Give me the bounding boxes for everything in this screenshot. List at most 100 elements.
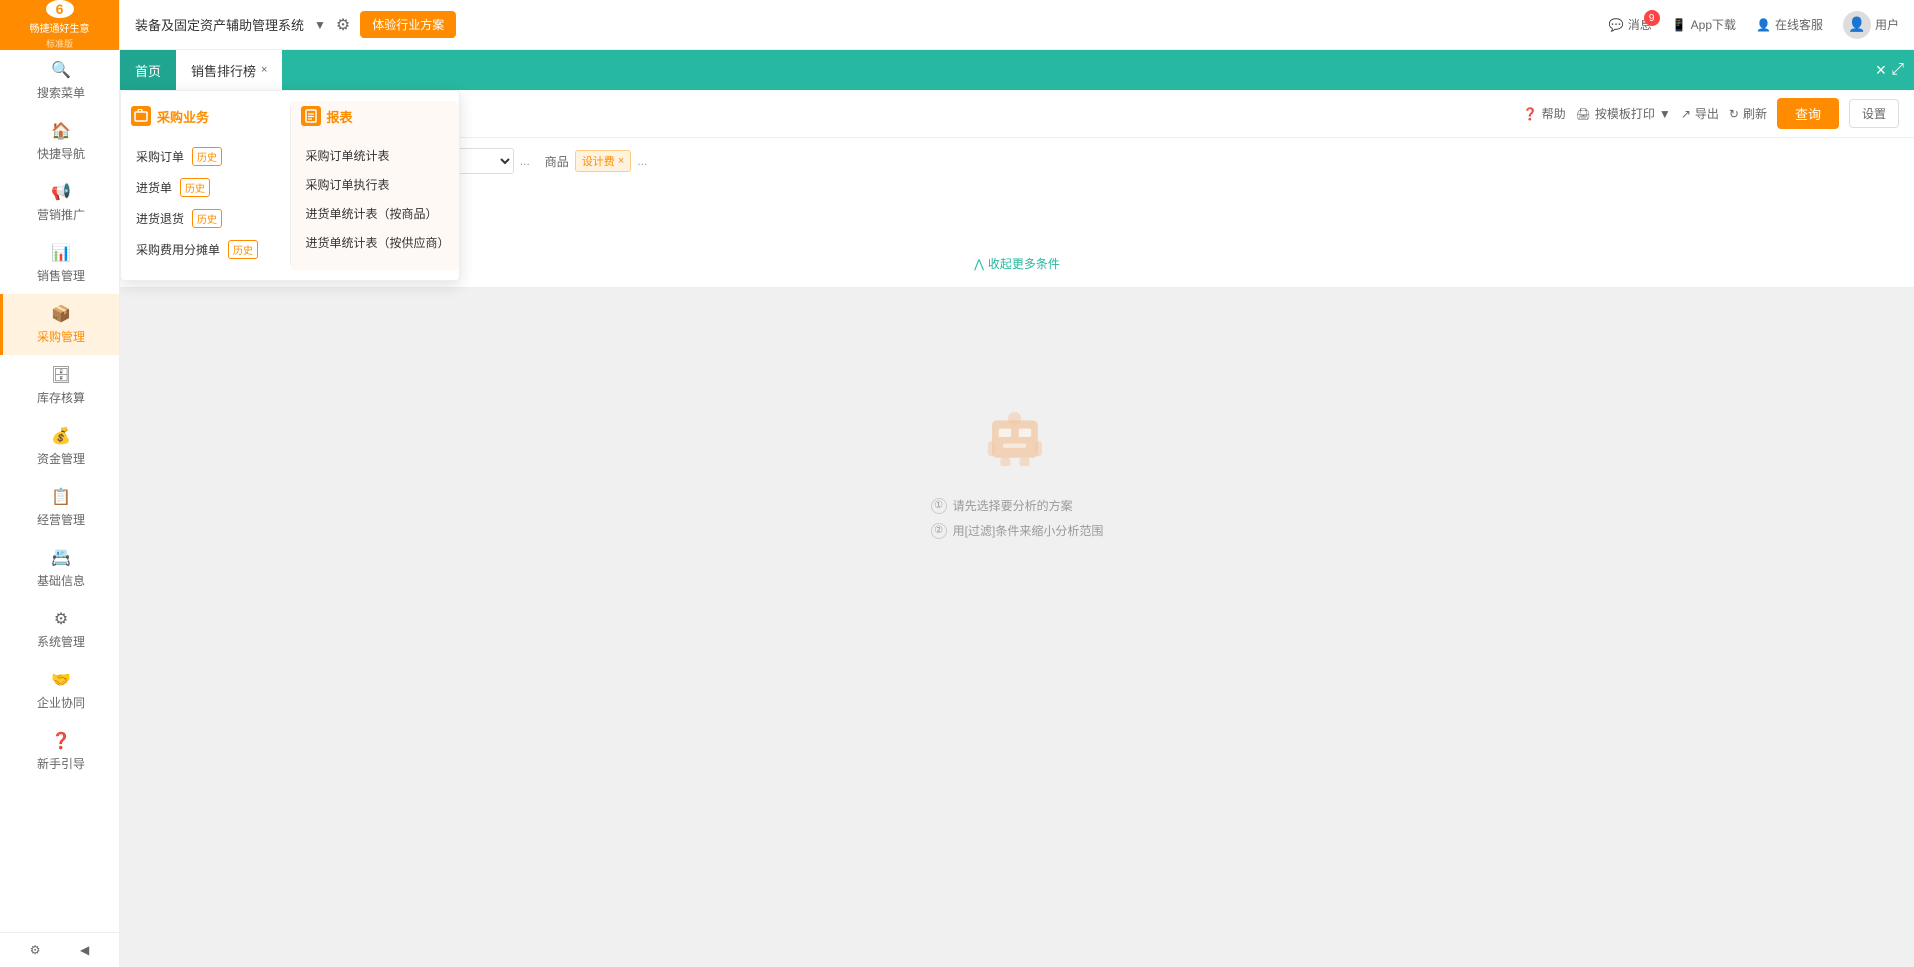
sidebar-item-label: 经营管理 [37, 511, 85, 528]
sidebar-item-guide[interactable]: ❓ 新手引导 [0, 721, 119, 782]
sales-icon: 📊 [51, 243, 71, 263]
app-download-button[interactable]: 📱 App下载 [1672, 16, 1736, 33]
service-icon: 👤 [1756, 18, 1771, 32]
purchase-report-col-label: 报表 [327, 107, 353, 126]
tabbar-controls: × ⤢ [1876, 60, 1914, 81]
sidebar-item-sales[interactable]: 📊 销售管理 [0, 233, 119, 294]
tab-close-button[interactable]: × [261, 64, 267, 76]
sidebar-item-marketing[interactable]: 📢 营销推广 [0, 172, 119, 233]
report-icon-svg [304, 109, 318, 123]
system-name: 装备及固定资产辅助管理系统 [135, 15, 304, 34]
sidebar-item-label: 新手引导 [37, 755, 85, 772]
finance-icon: 💰 [51, 426, 71, 446]
sidebar-item-label: 快捷导航 [37, 145, 85, 162]
sidebar-settings-button[interactable]: ⚙ [30, 943, 41, 957]
sidebar-item-label: 营销推广 [37, 206, 85, 223]
sidebar-item-label: 采购管理 [37, 328, 85, 345]
purchase-report-column: 报表 采购订单统计表 采购订单执行表 进货单统计表（按商品） 进货单统计表（按供… [291, 101, 460, 270]
sidebar-item-label: 基础信息 [37, 572, 85, 589]
sidebar-collapse-button[interactable]: ◀ [80, 943, 89, 957]
goods-label: 商品 [545, 153, 569, 170]
purchase-expense-label: 采购费用分摊单 [136, 241, 220, 258]
topbar-settings-button[interactable]: ⚙ [336, 15, 350, 35]
sidebar: 6 畅捷通好生意 标准版 🔍 搜索菜单 🏠 快捷导航 📢 营销推广 📊 销售管理… [0, 0, 120, 967]
sidebar-item-basic[interactable]: 📇 基础信息 [0, 538, 119, 599]
avatar-icon: 👤 [1848, 16, 1865, 33]
purchase-order-item[interactable]: 采购订单 历史 [131, 141, 280, 172]
online-service-label: 在线客服 [1775, 16, 1823, 33]
tab-home-label: 首页 [135, 61, 161, 80]
marketing-icon: 📢 [51, 182, 71, 202]
system-icon: ⚙ [54, 609, 68, 629]
purchase-inbound-history-tag: 历史 [180, 178, 210, 197]
toolbar-actions: ❓ 帮助 🖨 按模板打印 ▼ ↗ 导出 ↻ 刷新 查询 设置 [1523, 98, 1899, 129]
user-label: 用户 [1875, 16, 1899, 33]
tab-window-close-button[interactable]: × [1876, 60, 1887, 81]
purchase-expense-item[interactable]: 采购费用分摊单 历史 [131, 234, 280, 265]
user-button[interactable]: 👤 用户 [1843, 11, 1899, 39]
goods-chip-close[interactable]: × [618, 155, 624, 167]
main-content: 装备及固定资产辅助管理系统 ▼ ⚙ 体验行业方案 💬 消息 9 📱 App下载 … [120, 0, 1914, 967]
empty-tip-2: ② 用[过滤]条件来缩小分析范围 [931, 522, 1104, 539]
message-icon: 💬 [1609, 18, 1624, 32]
refresh-button[interactable]: ↻ 刷新 [1729, 105, 1767, 122]
inbound-stat-supplier-item[interactable]: 进货单统计表（按供应商） [301, 228, 450, 257]
tip-num-1: ① [931, 498, 947, 514]
purchase-order-exec-label: 采购订单执行表 [306, 176, 390, 193]
sidebar-item-system[interactable]: ⚙ 系统管理 [0, 599, 119, 660]
sidebar-footer: ⚙ ◀ [0, 932, 119, 967]
help-button[interactable]: ❓ 帮助 [1523, 105, 1566, 122]
sidebar-item-search[interactable]: 🔍 搜索菜单 [0, 50, 119, 111]
purchase-inbound-label: 进货单 [136, 179, 172, 196]
tab-sales-rank[interactable]: 销售排行榜 × [176, 50, 282, 90]
empty-tips: ① 请先选择要分析的方案 ② 用[过滤]条件来缩小分析范围 [931, 497, 1104, 539]
collapse-up-icon: ⋀ [974, 257, 984, 271]
app-icon: 📱 [1672, 18, 1687, 32]
search-icon: 🔍 [51, 60, 71, 80]
sidebar-item-label: 销售管理 [37, 267, 85, 284]
tip-1-label: 请先选择要分析的方案 [953, 497, 1073, 514]
purchase-return-item[interactable]: 进货退货 历史 [131, 203, 280, 234]
purchase-order-history-tag: 历史 [192, 147, 222, 166]
online-service-button[interactable]: 👤 在线客服 [1756, 16, 1823, 33]
purchase-expense-history-tag: 历史 [228, 240, 258, 259]
sidebar-item-enterprise[interactable]: 🤝 企业协同 [0, 660, 119, 721]
tab-sales-rank-label: 销售排行榜 [191, 61, 256, 80]
message-badge: 9 [1644, 10, 1660, 26]
goods-chip[interactable]: 设计费 × [575, 150, 631, 172]
system-dropdown-button[interactable]: ▼ [314, 18, 326, 32]
status-ellipsis[interactable]: ... [520, 154, 530, 168]
industry-button[interactable]: 体验行业方案 [360, 11, 456, 38]
sidebar-item-inventory[interactable]: 🗄 库存核算 [0, 355, 119, 416]
settings-small-button[interactable]: 设置 [1849, 99, 1899, 128]
goods-chip-label: 设计费 [582, 153, 615, 169]
sidebar-item-quicknav[interactable]: 🏠 快捷导航 [0, 111, 119, 172]
query-button[interactable]: 查询 [1777, 98, 1839, 129]
purchase-order-exec-item[interactable]: 采购订单执行表 [301, 170, 450, 199]
collapse-label: 收起更多条件 [988, 255, 1060, 272]
inbound-stat-goods-item[interactable]: 进货单统计表（按商品） [301, 199, 450, 228]
purchase-return-history-tag: 历史 [192, 209, 222, 228]
topbar: 装备及固定资产辅助管理系统 ▼ ⚙ 体验行业方案 💬 消息 9 📱 App下载 … [120, 0, 1914, 50]
purchase-dropdown-menu: 采购业务 采购订单 历史 进货单 历史 进货退货 历史 采购费用分摊单 历史 [120, 90, 460, 281]
sidebar-item-finance[interactable]: 💰 资金管理 [0, 416, 119, 477]
sidebar-item-label: 搜索菜单 [37, 84, 85, 101]
sidebar-item-purchase[interactable]: 📦 采购管理 [0, 294, 119, 355]
sidebar-logo: 6 畅捷通好生意 标准版 [0, 0, 119, 50]
purchase-inbound-item[interactable]: 进货单 历史 [131, 172, 280, 203]
sidebar-item-operation[interactable]: 📋 经营管理 [0, 477, 119, 538]
goods-ellipsis[interactable]: ... [637, 154, 647, 168]
purchase-icon-svg [134, 109, 148, 123]
export-button[interactable]: ↗ 导出 [1681, 105, 1719, 122]
purchase-order-stat-item[interactable]: 采购订单统计表 [301, 141, 450, 170]
purchase-business-col-label: 采购业务 [157, 107, 209, 126]
refresh-icon: ↻ [1729, 107, 1739, 121]
empty-tip-1: ① 请先选择要分析的方案 [931, 497, 1104, 514]
guide-icon: ❓ [51, 731, 71, 751]
export-icon: ↗ [1681, 107, 1691, 121]
logo-text: 畅捷通好生意 [30, 20, 90, 35]
print-template-button[interactable]: 🖨 按模板打印 ▼ [1576, 105, 1671, 122]
message-button[interactable]: 💬 消息 9 [1609, 16, 1652, 33]
tab-home[interactable]: 首页 [120, 50, 176, 90]
tab-window-maximize-button[interactable]: ⤢ [1891, 61, 1904, 79]
